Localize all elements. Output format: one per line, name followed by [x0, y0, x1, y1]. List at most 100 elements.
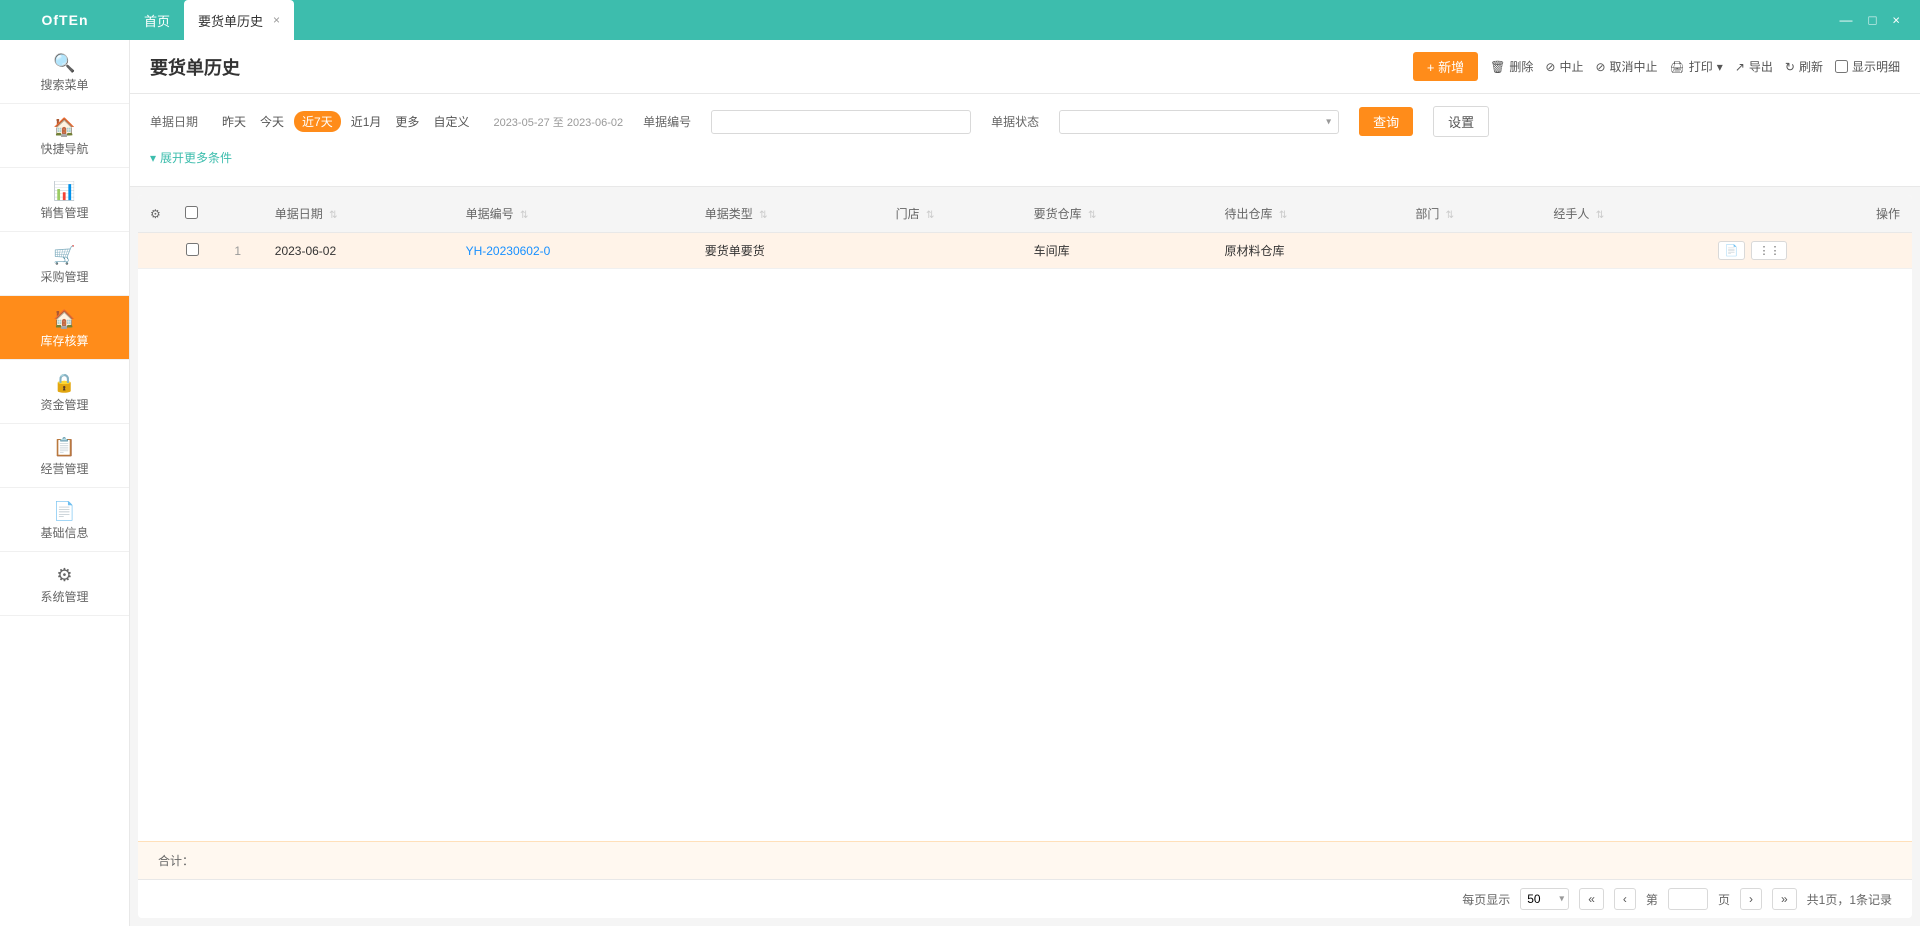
td-department [1403, 233, 1541, 269]
print-chevron-icon: ▾ [1717, 60, 1723, 74]
more-shortcut[interactable]: 更多 [391, 111, 423, 132]
table-wrapper: ⚙ 单据日期 ⇅ 单据编号 ⇅ [138, 195, 1912, 918]
sidebar-item-sales-mgmt[interactable]: 📊 销售管理 [0, 168, 129, 232]
cancel-stop-button[interactable]: ⊘ 取消中止 [1595, 58, 1657, 75]
logo: OfTEn [0, 0, 130, 40]
sidebar-item-purchase-mgmt[interactable]: 🛒 采购管理 [0, 232, 129, 296]
expand-more-btn[interactable]: ▾ 展开更多条件 [150, 149, 232, 166]
settings-button[interactable]: 设置 [1433, 106, 1489, 137]
first-page-btn[interactable]: « [1579, 888, 1604, 910]
last7days-shortcut[interactable]: 近7天 [294, 111, 341, 132]
td-row-checkbox [173, 233, 213, 269]
custom-shortcut[interactable]: 自定义 [429, 111, 473, 132]
sidebar-item-search-menu-label: 搜索菜单 [40, 76, 88, 93]
last1month-shortcut[interactable]: 近1月 [347, 111, 386, 132]
summary-bar: 合计： [138, 841, 1912, 879]
th-bill-number[interactable]: 单据编号 ⇅ [454, 195, 693, 233]
bill-date-filter-label: 单据日期 [150, 113, 198, 130]
th-handler[interactable]: 经手人 ⇅ [1541, 195, 1705, 233]
page-header: 要货单历史 + 新增 🗑 删除 ⊘ 中止 ⊘ 取消中止 🖨 打印 [130, 40, 1920, 94]
page-input-label: 第 [1646, 891, 1658, 908]
window-maximize-btn[interactable]: □ [1869, 13, 1877, 28]
td-bill-date: 2023-06-02 [263, 233, 454, 269]
row-actions: 📄 ⋮⋮ [1718, 241, 1900, 260]
prev-page-btn[interactable]: ‹ [1614, 888, 1636, 910]
sidebar-item-quick-nav-label: 快捷导航 [40, 140, 88, 157]
purchase-mgmt-icon: 🛒 [53, 246, 75, 264]
sidebar-item-ops-mgmt[interactable]: 📋 经营管理 [0, 424, 129, 488]
sidebar-item-finance-mgmt-label: 资金管理 [40, 396, 88, 413]
display-detail-toggle[interactable]: 显示明细 [1835, 58, 1900, 75]
sidebar-item-basic-info[interactable]: 📄 基础信息 [0, 488, 129, 552]
bill-status-select[interactable] [1059, 110, 1339, 134]
bill-number-link[interactable]: YH-20230602-0 [466, 244, 551, 258]
yesterday-shortcut[interactable]: 昨天 [218, 111, 250, 132]
refresh-label: 刷新 [1799, 58, 1823, 75]
sidebar-item-search-menu[interactable]: 🔍 搜索菜单 [0, 40, 129, 104]
finance-mgmt-icon: 🔒 [53, 374, 75, 392]
sys-mgmt-icon: ⚙ [56, 566, 72, 584]
filter-area: 单据日期 昨天 今天 近7天 近1月 更多 自定义 2023-05-27 至 2… [130, 94, 1920, 187]
content-area: 要货单历史 + 新增 🗑 删除 ⊘ 中止 ⊘ 取消中止 🖨 打印 [130, 40, 1920, 926]
td-handler [1541, 233, 1705, 269]
row-view-btn[interactable]: 📄 [1718, 241, 1746, 260]
td-row-settings [138, 233, 173, 269]
sales-mgmt-icon: 📊 [53, 182, 75, 200]
new-button[interactable]: + 新增 [1413, 52, 1478, 81]
td-store [884, 233, 1022, 269]
sidebar-item-sys-mgmt[interactable]: ⚙ 系统管理 [0, 552, 129, 616]
delete-button[interactable]: 🗑 删除 [1490, 58, 1533, 75]
export-button[interactable]: ↗ 导出 [1735, 58, 1773, 75]
sidebar-item-ops-mgmt-label: 经营管理 [40, 460, 88, 477]
row-checkbox[interactable] [186, 243, 199, 256]
th-pending-warehouse[interactable]: 待出仓库 ⇅ [1212, 195, 1403, 233]
display-detail-checkbox[interactable] [1835, 60, 1848, 73]
page-number-input[interactable]: 1 [1668, 888, 1708, 910]
tab-home[interactable]: 首页 [130, 0, 184, 40]
th-bill-date[interactable]: 单据日期 ⇅ [263, 195, 454, 233]
query-button[interactable]: 查询 [1359, 107, 1413, 136]
window-minimize-btn[interactable]: — [1840, 13, 1853, 28]
window-controls: — □ × [1840, 13, 1900, 28]
sort-bill-date-icon: ⇅ [329, 210, 337, 221]
window-close-btn[interactable]: × [1892, 13, 1900, 28]
sort-store-icon: ⇅ [926, 210, 934, 221]
table-header: ⚙ 单据日期 ⇅ 单据编号 ⇅ [138, 195, 1912, 233]
tab-requisition-history-label: 要货单历史 [198, 11, 263, 30]
next-page-btn[interactable]: › [1740, 888, 1762, 910]
last-page-btn[interactable]: » [1772, 888, 1797, 910]
quick-nav-icon: 🏠 [53, 118, 75, 136]
th-store[interactable]: 门店 ⇅ [884, 195, 1022, 233]
th-settings[interactable]: ⚙ [138, 195, 173, 233]
table-scroll: ⚙ 单据日期 ⇅ 单据编号 ⇅ [138, 195, 1912, 841]
today-shortcut[interactable]: 今天 [256, 111, 288, 132]
sidebar: 🔍 搜索菜单 🏠 快捷导航 📊 销售管理 🛒 采购管理 🏠 库存核算 🔒 资金管… [0, 40, 130, 926]
th-operation: 操作 [1706, 195, 1912, 233]
print-button[interactable]: 🖨 打印 ▾ [1670, 58, 1723, 75]
sidebar-item-inventory[interactable]: 🏠 库存核算 [0, 296, 129, 360]
row-more-btn[interactable]: ⋮⋮ [1751, 241, 1787, 260]
bill-number-input[interactable] [711, 110, 971, 134]
th-checkbox [173, 195, 213, 233]
th-req-warehouse[interactable]: 要货仓库 ⇅ [1022, 195, 1213, 233]
tab-requisition-history[interactable]: 要货单历史 × [184, 0, 294, 40]
th-department[interactable]: 部门 ⇅ [1403, 195, 1541, 233]
sidebar-item-purchase-mgmt-label: 采购管理 [40, 268, 88, 285]
expand-more-label: 展开更多条件 [160, 149, 232, 166]
sidebar-item-finance-mgmt[interactable]: 🔒 资金管理 [0, 360, 129, 424]
td-bill-number: YH-20230602-0 [454, 233, 693, 269]
refresh-button[interactable]: ↻ 刷新 [1785, 58, 1823, 75]
td-num: 1 [213, 233, 263, 269]
page-size-select[interactable]: 20 50 100 [1520, 888, 1569, 910]
select-all-checkbox[interactable] [185, 206, 198, 219]
tab-home-label: 首页 [144, 11, 170, 30]
stop-button[interactable]: ⊘ 中止 [1545, 58, 1583, 75]
sidebar-item-quick-nav[interactable]: 🏠 快捷导航 [0, 104, 129, 168]
date-range-text: 2023-05-27 至 2023-06-02 [493, 114, 623, 130]
display-detail-label: 显示明细 [1852, 58, 1900, 75]
th-bill-type[interactable]: 单据类型 ⇅ [693, 195, 884, 233]
page-title: 要货单历史 [150, 54, 240, 92]
sidebar-item-sys-mgmt-label: 系统管理 [40, 588, 88, 605]
page-suffix: 页 [1718, 891, 1730, 908]
tab-close-icon[interactable]: × [273, 13, 280, 27]
